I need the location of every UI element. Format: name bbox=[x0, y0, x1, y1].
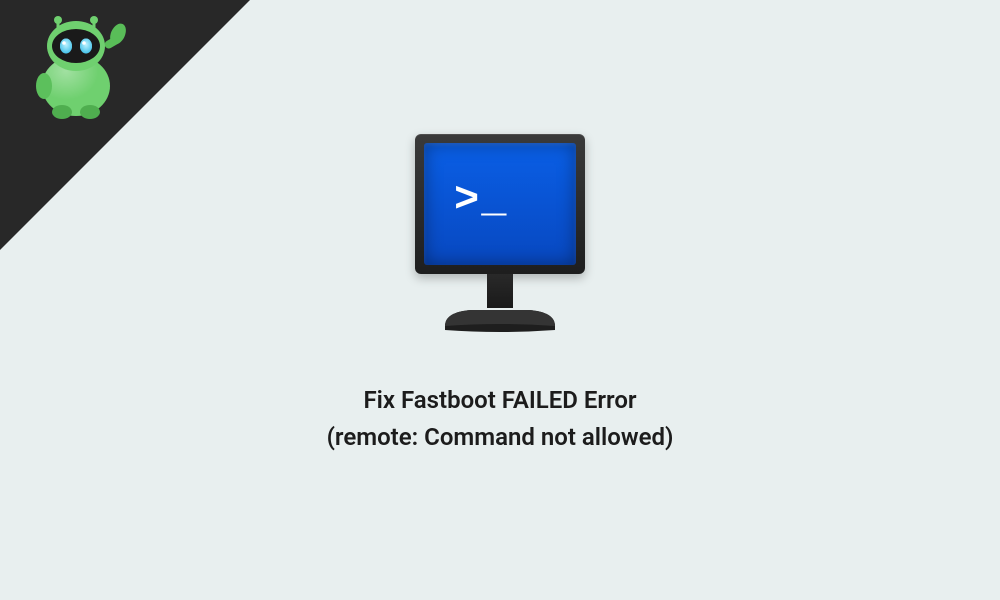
main-content: >_ Fix Fastboot FAILED Error (remote: Co… bbox=[0, 0, 1000, 600]
caption-line-2: (remote: Command not allowed) bbox=[327, 419, 674, 456]
monitor-bezel: >_ bbox=[415, 134, 585, 274]
terminal-monitor-illustration: >_ bbox=[405, 134, 595, 354]
monitor-neck bbox=[487, 274, 513, 308]
terminal-prompt-icon: >_ bbox=[454, 179, 508, 221]
monitor-screen: >_ bbox=[424, 143, 576, 265]
monitor-base bbox=[441, 304, 559, 332]
caption-line-1: Fix Fastboot FAILED Error bbox=[327, 382, 674, 419]
caption: Fix Fastboot FAILED Error (remote: Comma… bbox=[327, 382, 674, 456]
